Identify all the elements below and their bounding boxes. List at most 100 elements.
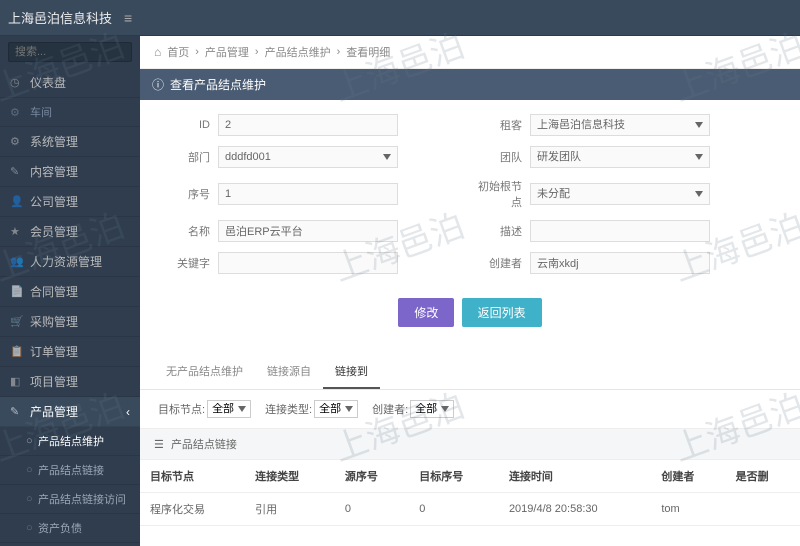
sidebar-sub-node-link[interactable]: ○ 产品结点链接 (0, 456, 140, 485)
sidebar-item-hr[interactable]: 👥人力资源管理 (0, 247, 140, 277)
th-srcseq[interactable]: 源序号 (335, 460, 409, 493)
cell-linktype: 引用 (245, 493, 335, 526)
th-tgtseq[interactable]: 目标序号 (409, 460, 499, 493)
sidebar: ◷ 仪表盘 ⚙ 车间 ⚙ 系统管理 ✎内容管理 👤公司管理 ★会员管理 👥人力资源管理… (0, 36, 140, 546)
sidebar-item-contract[interactable]: 📄合同管理 (0, 277, 140, 307)
cell-deleted (726, 493, 800, 526)
users-icon: 👥 (10, 255, 24, 268)
info-icon: ⓘ (152, 76, 164, 93)
sidebar-item-label: 订单管理 (30, 343, 78, 360)
sidebar-item-label: 产品结点链接访问 (38, 491, 126, 507)
breadcrumb-l3: 查看明细 (346, 44, 390, 60)
tab-no-maintain[interactable]: 无产品结点维护 (154, 355, 255, 389)
sidebar-item-label: 公司管理 (30, 193, 78, 210)
sidebar-item-member[interactable]: ★会员管理 (0, 217, 140, 247)
filter-creator-select[interactable]: 全部 (410, 400, 454, 418)
input-desc[interactable] (530, 220, 710, 242)
clock-icon: ◷ (10, 76, 24, 89)
panel-header: ⓘ 查看产品结点维护 (140, 69, 800, 100)
gear-icon: ⚙ (10, 106, 24, 119)
sidebar-item-company[interactable]: 👤公司管理 (0, 187, 140, 217)
cart-icon: 🛒 (10, 315, 24, 328)
sidebar-item-dashboard[interactable]: ◷ 仪表盘 (0, 68, 140, 98)
table-row[interactable]: 程序化交易 引用 0 0 2019/4/8 20:58:30 tom (140, 493, 800, 526)
edit-button[interactable]: 修改 (398, 298, 454, 327)
sidebar-item-order[interactable]: 📋 订单管理 (0, 337, 140, 367)
select-team[interactable]: 研发团队 (530, 146, 710, 168)
th-target[interactable]: 目标节点 (140, 460, 245, 493)
label-name: 名称 (158, 223, 218, 239)
search-input[interactable] (8, 42, 132, 62)
sidebar-item-content[interactable]: ✎内容管理 (0, 157, 140, 187)
sidebar-heading-workshop: ⚙ 车间 (0, 98, 140, 127)
dot-icon: ○ (26, 435, 32, 447)
label-keyword: 关键字 (158, 255, 218, 271)
chevron-left-icon: ‹ (126, 405, 130, 419)
link-table: 目标节点 连接类型 源序号 目标序号 连接时间 创建者 是否删 程序化交易 引用… (140, 460, 800, 526)
input-name[interactable] (218, 220, 398, 242)
brand-title: 上海邑泊信息科技 (8, 8, 112, 27)
sidebar-item-system[interactable]: ⚙ 系统管理 (0, 127, 140, 157)
chevron-right-icon: › (255, 46, 259, 58)
gear-icon: ⚙ (10, 135, 24, 148)
filter-linktype-label: 连接类型: (265, 401, 312, 417)
sidebar-item-label: 产品管理 (30, 403, 78, 420)
cell-tgtseq: 0 (409, 493, 499, 526)
sidebar-item-product[interactable]: ✎产品管理‹ (0, 397, 140, 427)
breadcrumb-home[interactable]: 首页 (167, 44, 189, 60)
sidebar-item-label: 产品结点链接 (38, 462, 104, 478)
cell-srcseq: 0 (335, 493, 409, 526)
hamburger-icon[interactable]: ≡ (124, 10, 132, 26)
sidebar-item-label: 内容管理 (30, 163, 78, 180)
input-seq[interactable] (218, 183, 398, 205)
select-tenant[interactable]: 上海邑泊信息科技 (530, 114, 710, 136)
input-keyword[interactable] (218, 252, 398, 274)
list-icon: 📋 (10, 345, 24, 358)
input-id[interactable] (218, 114, 398, 136)
dot-icon: ○ (26, 493, 32, 505)
filter-target-select[interactable]: 全部 (207, 400, 251, 418)
select-dept[interactable]: dddfd001 (218, 146, 398, 168)
th-deleted[interactable]: 是否删 (726, 460, 800, 493)
tab-link-to[interactable]: 链接到 (323, 355, 380, 389)
sidebar-item-label: 产品结点维护 (38, 433, 104, 449)
sidebar-sub-node-link-access[interactable]: ○ 产品结点链接访问 (0, 485, 140, 514)
input-creator[interactable] (530, 252, 710, 274)
sidebar-item-label: 资产负债 (38, 520, 82, 536)
th-linktype[interactable]: 连接类型 (245, 460, 335, 493)
sidebar-item-label: 系统管理 (30, 133, 78, 150)
breadcrumb-l1[interactable]: 产品管理 (205, 44, 249, 60)
th-creator[interactable]: 创建者 (651, 460, 725, 493)
label-team: 团队 (470, 149, 530, 165)
cell-target: 程序化交易 (140, 493, 245, 526)
dot-icon: ○ (26, 464, 32, 476)
sidebar-item-label: 车间 (30, 104, 52, 120)
subpanel-header: ☰ 产品结点链接 (140, 428, 800, 460)
filter-target-label: 目标节点: (158, 401, 205, 417)
filter-linktype-select[interactable]: 全部 (314, 400, 358, 418)
subpanel-title: 产品结点链接 (171, 439, 237, 451)
label-creator: 创建者 (470, 255, 530, 271)
sidebar-item-label: 合同管理 (30, 283, 78, 300)
sidebar-item-project[interactable]: ◧项目管理 (0, 367, 140, 397)
panel-title: 查看产品结点维护 (170, 76, 266, 93)
sidebar-item-label: 项目管理 (30, 373, 78, 390)
sidebar-sub-node-maintain[interactable]: ○ 产品结点维护 (0, 427, 140, 456)
back-button[interactable]: 返回列表 (462, 298, 542, 327)
cell-creator: tom (651, 493, 725, 526)
star-icon: ★ (10, 225, 24, 238)
label-id: ID (158, 119, 218, 131)
home-icon[interactable]: ⌂ (154, 45, 161, 59)
sidebar-sub-asset[interactable]: ○资产负债 (0, 514, 140, 543)
select-initnode[interactable]: 未分配 (530, 183, 710, 205)
label-seq: 序号 (158, 186, 218, 202)
cell-time: 2019/4/8 20:58:30 (499, 493, 651, 526)
th-time[interactable]: 连接时间 (499, 460, 651, 493)
table-header-row: 目标节点 连接类型 源序号 目标序号 连接时间 创建者 是否删 (140, 460, 800, 493)
breadcrumb: ⌂ 首页 › 产品管理 › 产品结点维护 › 查看明细 (140, 36, 800, 69)
sidebar-item-purchase[interactable]: 🛒采购管理 (0, 307, 140, 337)
sidebar-item-label: 仪表盘 (30, 74, 66, 91)
tab-link-from[interactable]: 链接源自 (255, 355, 323, 389)
breadcrumb-l2[interactable]: 产品结点维护 (265, 44, 331, 60)
label-tenant: 租客 (470, 117, 530, 133)
